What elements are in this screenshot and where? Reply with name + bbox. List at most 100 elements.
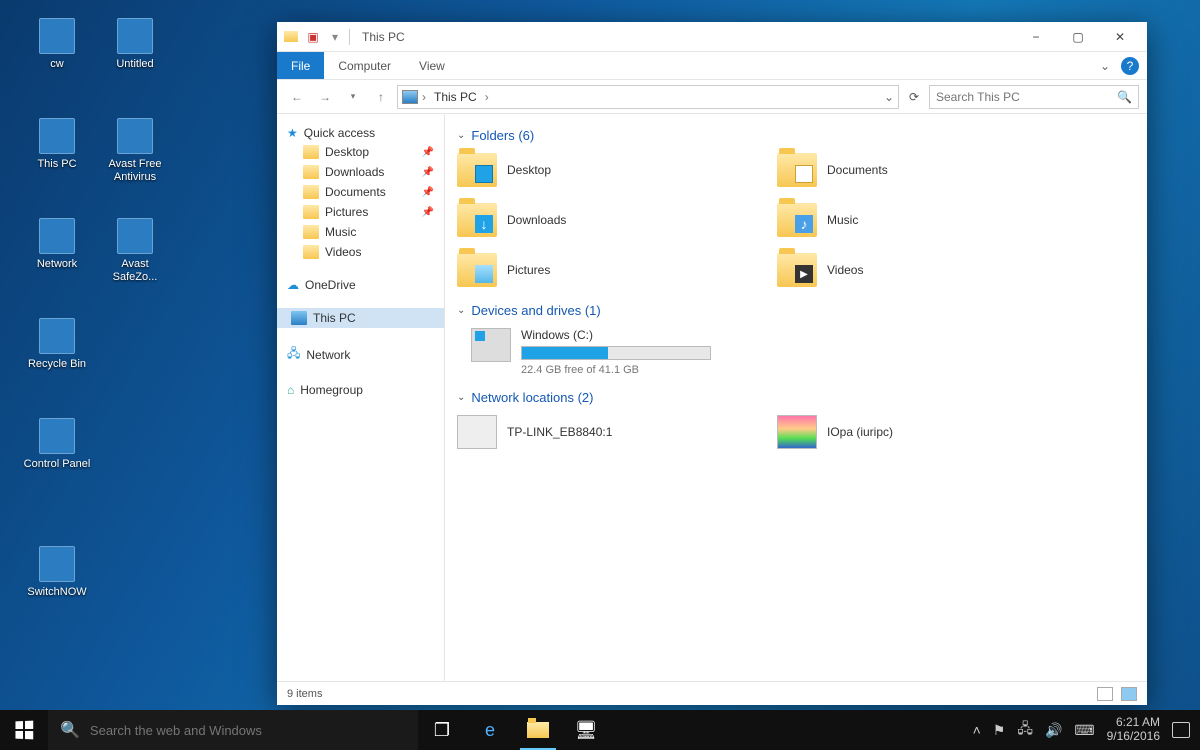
- drive-label: Windows (C:): [521, 328, 711, 342]
- network-location[interactable]: TP-LINK_EB8840:1: [457, 415, 757, 449]
- folder-item[interactable]: Documents: [777, 153, 1077, 187]
- nav-this-pc[interactable]: This PC: [277, 308, 444, 328]
- app-icon: [39, 418, 75, 454]
- tray-network-icon[interactable]: 🖧: [1017, 718, 1033, 742]
- nav-item-label: Pictures: [325, 205, 368, 219]
- desktop-icon[interactable]: cw: [22, 18, 92, 71]
- nav-item[interactable]: Music: [277, 222, 444, 242]
- desktop-icon[interactable]: Avast SafeZo...: [100, 218, 170, 284]
- group-folders-header[interactable]: ⌄Folders (6): [457, 128, 1135, 143]
- folder-label: Downloads: [507, 213, 566, 227]
- drive-icon: [471, 328, 511, 362]
- desktop-icon[interactable]: Untitled: [100, 18, 170, 71]
- ribbon-expand-button[interactable]: ⌄: [1093, 59, 1117, 73]
- network-icon: [777, 415, 817, 449]
- explorer-app-icon: [283, 29, 299, 45]
- taskbar-search-input[interactable]: [90, 723, 406, 738]
- drive-c[interactable]: Windows (C:) 22.4 GB free of 41.1 GB: [471, 328, 1135, 376]
- nav-homegroup[interactable]: ⌂Homegroup: [277, 381, 444, 399]
- drive-usage-bar: [521, 346, 711, 360]
- app-icon: [39, 546, 75, 582]
- chevron-down-icon: ⌄: [457, 130, 465, 141]
- nav-quick-access[interactable]: ★Quick access: [277, 124, 444, 142]
- desktop-icon-label: Avast SafeZo...: [100, 258, 170, 284]
- maximize-button[interactable]: ▢: [1057, 23, 1099, 51]
- up-button[interactable]: ↑: [369, 85, 393, 109]
- folder-label: Pictures: [507, 263, 550, 277]
- app-icon: [117, 18, 153, 54]
- nav-item-label: Downloads: [325, 165, 384, 179]
- qat-properties-icon[interactable]: ▣: [305, 29, 321, 45]
- view-tiles-button[interactable]: [1121, 687, 1137, 701]
- desktop-icon[interactable]: SwitchNOW: [22, 546, 92, 599]
- view-details-button[interactable]: [1097, 687, 1113, 701]
- breadcrumb-thispc[interactable]: This PC: [430, 90, 481, 104]
- desktop-icon[interactable]: This PC: [22, 118, 92, 171]
- ribbon-tab-computer[interactable]: Computer: [324, 52, 405, 79]
- desktop-icon-label: Avast Free Antivirus: [100, 158, 170, 184]
- app-icon: [39, 118, 75, 154]
- desktop-icon[interactable]: Avast Free Antivirus: [100, 118, 170, 184]
- search-box[interactable]: 🔍: [929, 85, 1139, 109]
- tray-input-icon[interactable]: ⌨: [1074, 722, 1094, 739]
- folder-icon: [457, 153, 497, 187]
- folder-icon: [303, 205, 319, 219]
- taskbar-app[interactable]: 🖥: [562, 710, 610, 750]
- folder-item[interactable]: Downloads: [457, 203, 757, 237]
- nav-item[interactable]: Desktop📌: [277, 142, 444, 162]
- address-bar[interactable]: › This PC › ⌄: [397, 85, 899, 109]
- desktop-icon[interactable]: Network: [22, 218, 92, 271]
- desktop-icon[interactable]: Recycle Bin: [22, 318, 92, 371]
- nav-item[interactable]: Videos: [277, 242, 444, 262]
- address-dropdown-icon[interactable]: ⌄: [884, 90, 894, 104]
- taskbar-edge[interactable]: e: [466, 710, 514, 750]
- search-input[interactable]: [936, 90, 1117, 104]
- qat-new-folder-icon[interactable]: ▾: [327, 29, 343, 45]
- group-drives-header[interactable]: ⌄Devices and drives (1): [457, 303, 1135, 318]
- recent-locations-button[interactable]: ▾: [341, 85, 365, 109]
- desktop-icon-label: Untitled: [100, 58, 170, 71]
- folder-item[interactable]: Music: [777, 203, 1077, 237]
- action-center-button[interactable]: [1172, 722, 1190, 738]
- desktop-icon-label: Network: [22, 258, 92, 271]
- minimize-button[interactable]: −: [1015, 23, 1057, 51]
- folder-item[interactable]: Videos: [777, 253, 1077, 287]
- network-label: TP-LINK_EB8840:1: [507, 425, 612, 439]
- tray-volume-icon[interactable]: 🔊: [1045, 722, 1062, 739]
- back-button[interactable]: ←: [285, 85, 309, 109]
- refresh-button[interactable]: ⟳: [903, 85, 925, 109]
- ribbon-tab-view[interactable]: View: [405, 52, 459, 79]
- task-view-button[interactable]: ❐: [418, 710, 466, 750]
- help-button[interactable]: ?: [1121, 57, 1139, 75]
- start-button[interactable]: [0, 710, 48, 750]
- nav-item[interactable]: Downloads📌: [277, 162, 444, 182]
- pin-icon: 📌: [422, 207, 434, 218]
- desktop-icon[interactable]: Control Panel: [22, 418, 92, 471]
- taskbar-file-explorer[interactable]: [514, 710, 562, 750]
- nav-onedrive[interactable]: ☁OneDrive: [277, 276, 444, 294]
- pin-icon: 📌: [422, 147, 434, 158]
- nav-network[interactable]: 🖧Network: [277, 342, 444, 367]
- close-button[interactable]: ✕: [1099, 23, 1141, 51]
- forward-button[interactable]: →: [313, 85, 337, 109]
- thispc-icon: [291, 311, 307, 325]
- titlebar[interactable]: ▣ ▾ This PC − ▢ ✕: [277, 22, 1147, 52]
- folder-icon: [457, 253, 497, 287]
- nav-item[interactable]: Pictures 📌: [277, 202, 444, 222]
- tray-show-hidden-icon[interactable]: ˄: [973, 722, 981, 738]
- taskbar-search[interactable]: 🔍: [48, 710, 418, 750]
- taskbar-clock[interactable]: 6:21 AM 9/16/2016: [1107, 716, 1160, 744]
- nav-item[interactable]: Documents📌: [277, 182, 444, 202]
- folder-icon: [303, 145, 319, 159]
- network-label: IOpa (iuripc): [827, 425, 893, 439]
- ribbon-tab-file[interactable]: File: [277, 52, 324, 79]
- app-icon: [39, 18, 75, 54]
- folder-item[interactable]: Desktop: [457, 153, 757, 187]
- folder-label: Desktop: [507, 163, 551, 177]
- desktop-icon-label: cw: [22, 58, 92, 71]
- group-network-header[interactable]: ⌄Network locations (2): [457, 390, 1135, 405]
- network-location[interactable]: IOpa (iuripc): [777, 415, 1077, 449]
- tray-security-icon[interactable]: ⚑: [993, 722, 1006, 739]
- folder-item[interactable]: Pictures: [457, 253, 757, 287]
- ribbon-tabs: File Computer View ⌄ ?: [277, 52, 1147, 80]
